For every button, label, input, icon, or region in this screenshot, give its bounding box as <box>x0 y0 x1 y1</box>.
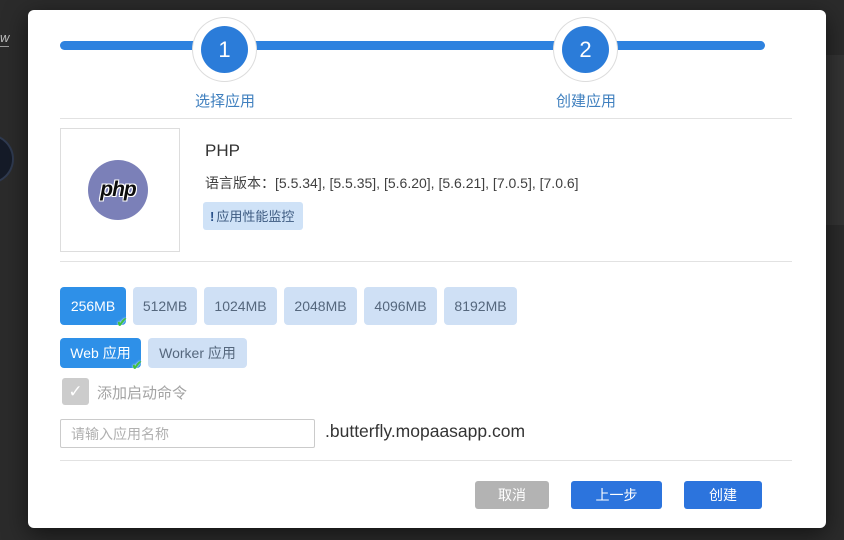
step-2-label: 创建应用 <box>555 93 616 110</box>
memory-option-8192mb[interactable]: 8192MB <box>444 287 517 325</box>
app-type-label: Worker 应用 <box>159 345 236 361</box>
memory-option-label: 512MB <box>142 298 188 314</box>
memory-option-label: 1024MB <box>214 298 267 314</box>
performance-monitor-label: 应用性能监控 <box>216 209 295 224</box>
check-icon: ✓ <box>68 381 83 401</box>
stepper-progress-bar <box>60 41 765 50</box>
step-1-circle[interactable]: 1 <box>201 26 248 73</box>
memory-option-label: 2048MB <box>294 298 347 314</box>
background-panel-fragment <box>826 55 844 225</box>
memory-option-label: 8192MB <box>454 298 507 314</box>
monitor-icon: ! <box>210 209 215 224</box>
memory-option-512mb[interactable]: 512MB <box>133 287 197 325</box>
php-logo-text: php <box>100 178 136 201</box>
memory-option-1024mb[interactable]: 1024MB <box>204 287 277 325</box>
startup-command-checkbox[interactable]: ✓ <box>62 378 89 405</box>
app-name-input[interactable] <box>60 419 315 448</box>
divider <box>60 261 792 262</box>
memory-option-4096mb[interactable]: 4096MB <box>364 287 437 325</box>
app-language-versions: 语言版本：[5.5.34], [5.5.35], [5.6.20], [5.6.… <box>205 175 579 191</box>
app-type-label: Web 应用 <box>70 345 131 361</box>
performance-monitor-badge: ! 应用性能监控 <box>203 202 304 230</box>
memory-option-2048mb[interactable]: 2048MB <box>284 287 357 325</box>
step-1-label: 选择应用 <box>194 93 255 110</box>
dialog-footer: 取消 上一步 创建 <box>475 481 762 509</box>
memory-option-256mb[interactable]: 256MB ✔ <box>60 287 128 330</box>
create-button[interactable]: 创建 <box>684 481 762 509</box>
selected-app-card: php <box>60 128 180 252</box>
php-logo-icon: php <box>88 160 148 220</box>
app-name-title: PHP <box>205 141 240 160</box>
background-avatar-fragment <box>0 136 12 182</box>
divider <box>60 118 792 119</box>
background-text-fragment: w <box>0 30 10 47</box>
startup-command-label: 添加启动命令 <box>97 385 188 402</box>
selected-check-icon: ✔ <box>116 314 128 330</box>
memory-option-label: 256MB <box>70 298 116 314</box>
app-type-web[interactable]: Web 应用 ✔ <box>60 338 143 373</box>
selected-check-icon: ✔ <box>131 357 143 373</box>
memory-option-label: 4096MB <box>374 298 427 314</box>
divider <box>60 460 792 461</box>
app-type-worker[interactable]: Worker 应用 <box>148 338 247 368</box>
previous-step-button[interactable]: 上一步 <box>571 481 662 509</box>
step-2-circle[interactable]: 2 <box>562 26 609 73</box>
domain-suffix: .butterfly.mopaasapp.com <box>325 421 526 441</box>
cancel-button[interactable]: 取消 <box>475 481 549 509</box>
create-app-dialog: 1 2 选择应用 创建应用 php PHP 语言版本：[5.5.34], [5.… <box>28 10 826 528</box>
